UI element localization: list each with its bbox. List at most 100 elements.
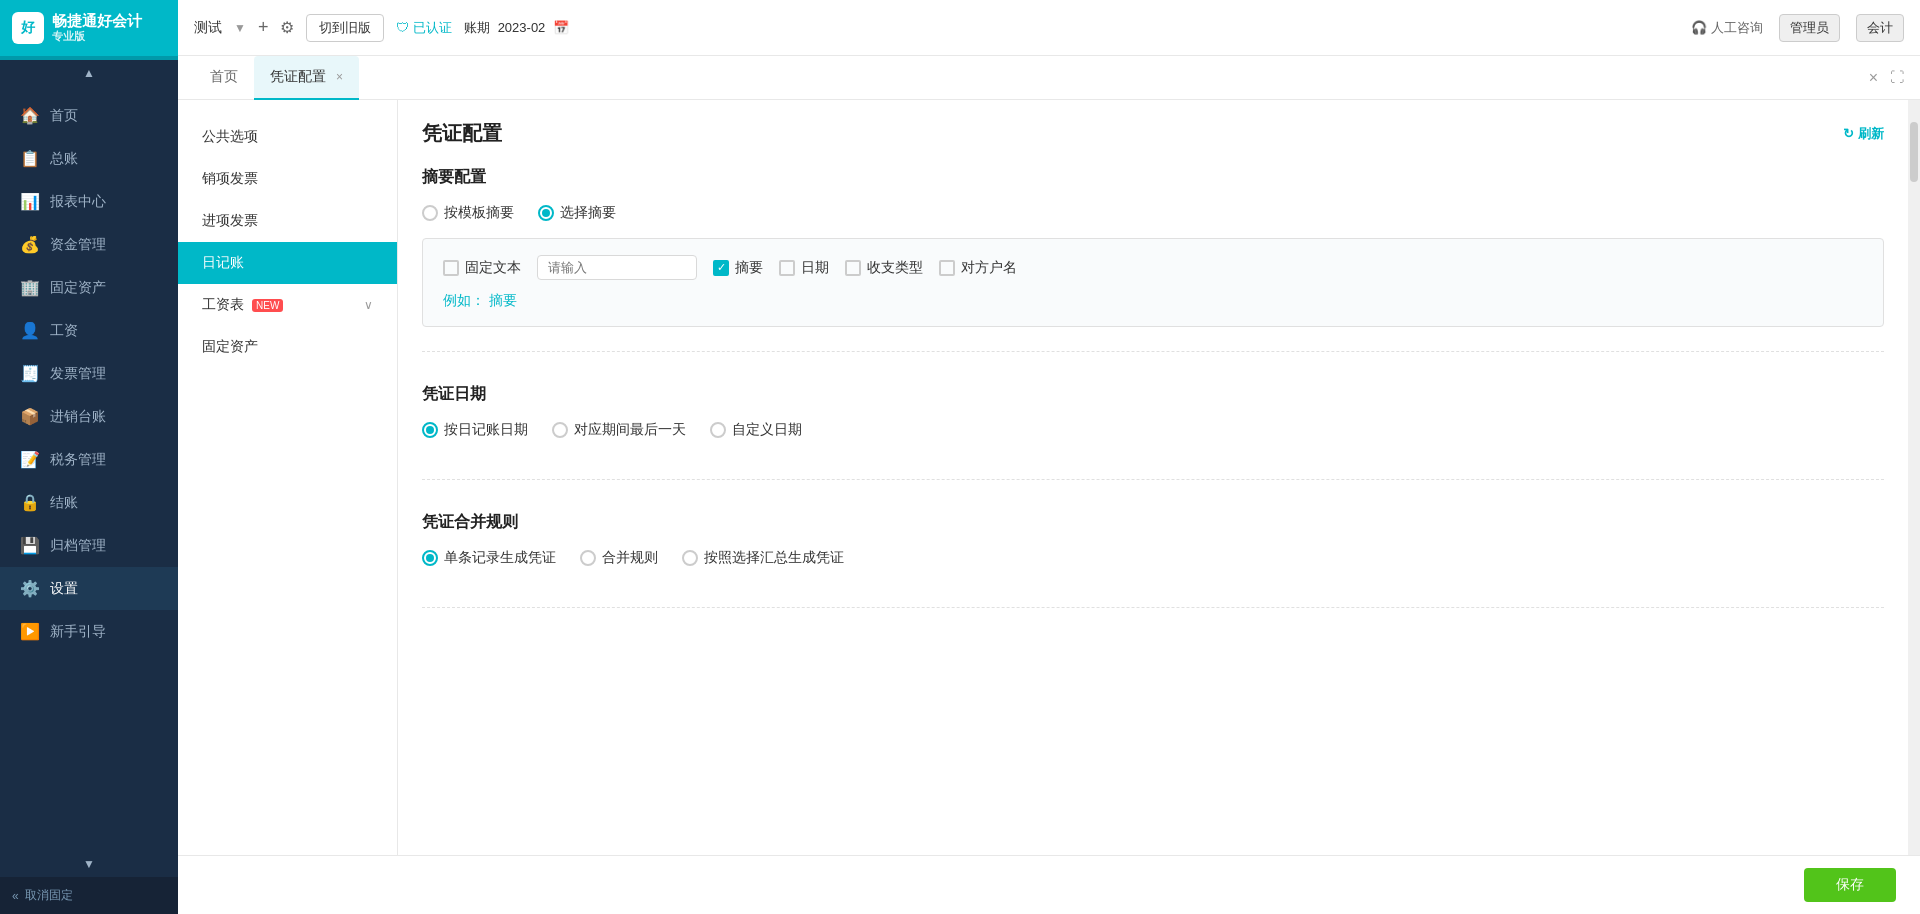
- sidebar-nav: 🏠 首页 📋 总账 📊 报表中心 💰 资金管理 🏢 固定资产 👤 工资 🧾 发票…: [0, 86, 178, 851]
- sidebar-item-report[interactable]: 📊 报表中心: [0, 180, 178, 223]
- sidebar-item-ledger[interactable]: 📋 总账: [0, 137, 178, 180]
- app-logo-text: 畅捷通好会计 专业版: [52, 12, 142, 43]
- project-settings-button[interactable]: ⚙: [280, 18, 294, 37]
- app-logo-icon: 好: [12, 12, 44, 44]
- close-period-icon: 🔒: [20, 493, 40, 512]
- menu-item-purchase-invoice[interactable]: 进项发票: [178, 200, 397, 242]
- merge-rule-circle: [580, 550, 596, 566]
- radio-custom-date[interactable]: 自定义日期: [710, 421, 802, 439]
- headset-icon: 🎧: [1691, 20, 1707, 35]
- sidebar-item-payroll[interactable]: 👤 工资: [0, 309, 178, 352]
- summary-config-row: 固定文本 ✓ 摘要 日期 收支类型: [443, 255, 1863, 280]
- sidebar-item-fund[interactable]: 💰 资金管理: [0, 223, 178, 266]
- payroll-icon: 👤: [20, 321, 40, 340]
- radio-merge-rule[interactable]: 合并规则: [580, 549, 658, 567]
- sidebar-item-settings[interactable]: ⚙️ 设置: [0, 567, 178, 610]
- menu-item-sales-invoice[interactable]: 销项发票: [178, 158, 397, 200]
- select-summary-circle: [682, 550, 698, 566]
- guide-icon: ▶️: [20, 622, 40, 641]
- sidebar-item-invoice[interactable]: 🧾 发票管理: [0, 352, 178, 395]
- manager-button[interactable]: 管理员: [1779, 14, 1840, 42]
- main-panel: 凭证配置 ↻ 刷新 摘要配置 按模板摘要 选择摘要: [398, 100, 1908, 914]
- tab-bar: 首页 凭证配置 × × ⛶: [178, 56, 1920, 100]
- project-dropdown-button[interactable]: ▼: [234, 21, 246, 35]
- checkbox-summary[interactable]: ✓ 摘要: [713, 259, 763, 277]
- menu-item-payroll-table[interactable]: 工资表 NEW ∨: [178, 284, 397, 326]
- tab-close-icon[interactable]: ×: [336, 70, 343, 84]
- tab-voucher-config[interactable]: 凭证配置 ×: [254, 56, 359, 100]
- date-section-title: 凭证日期: [422, 384, 1884, 405]
- sidebar-item-guide[interactable]: ▶️ 新手引导: [0, 610, 178, 653]
- menu-item-journal[interactable]: 日记账: [178, 242, 397, 284]
- verified-badge: 🛡 已认证: [396, 19, 452, 37]
- summary-section: 摘要配置 按模板摘要 选择摘要 固定文本: [422, 167, 1884, 352]
- right-scrollbar[interactable]: [1908, 100, 1920, 914]
- radio-select-summary[interactable]: 选择摘要: [538, 204, 616, 222]
- home-icon: 🏠: [20, 106, 40, 125]
- sidebar-item-home[interactable]: 🏠 首页: [0, 94, 178, 137]
- refresh-button[interactable]: ↻ 刷新: [1843, 125, 1884, 143]
- custom-date-circle: [710, 422, 726, 438]
- radio-template-summary[interactable]: 按模板摘要: [422, 204, 514, 222]
- date-checkbox: [779, 260, 795, 276]
- project-name: 测试: [194, 19, 222, 37]
- radio-single-record[interactable]: 单条记录生成凭证: [422, 549, 556, 567]
- radio-select-summary-generate[interactable]: 按照选择汇总生成凭证: [682, 549, 844, 567]
- summary-section-title: 摘要配置: [422, 167, 1884, 188]
- add-project-button[interactable]: +: [258, 17, 269, 38]
- period-last-circle: [552, 422, 568, 438]
- menu-item-fixed-assets[interactable]: 固定资产: [178, 326, 397, 368]
- tab-actions: × ⛶: [1869, 69, 1904, 87]
- arrow-down-icon: ∨: [364, 298, 373, 312]
- close-panel-button[interactable]: ×: [1869, 69, 1878, 87]
- fixed-text-input[interactable]: [537, 255, 697, 280]
- scroll-up-button[interactable]: ▲: [0, 60, 178, 86]
- top-header: 测试 ▼ + ⚙ 切到旧版 🛡 已认证 账期 2023-02 📅 🎧 人工咨询 …: [178, 0, 1920, 56]
- panel-title: 凭证配置 ↻ 刷新: [422, 120, 1884, 147]
- fullscreen-button[interactable]: ⛶: [1890, 69, 1904, 87]
- sidebar-item-close[interactable]: 🔒 结账: [0, 481, 178, 524]
- calendar-icon[interactable]: 📅: [553, 20, 569, 35]
- fund-icon: 💰: [20, 235, 40, 254]
- checkbox-income-type[interactable]: 收支类型: [845, 259, 923, 277]
- merge-section-title: 凭证合并规则: [422, 512, 1884, 533]
- shield-icon: 🛡: [396, 20, 409, 35]
- switch-old-button[interactable]: 切到旧版: [306, 14, 384, 42]
- radio-journal-date[interactable]: 按日记账日期: [422, 421, 528, 439]
- menu-item-public[interactable]: 公共选项: [178, 116, 397, 158]
- scroll-down-button[interactable]: ▼: [0, 851, 178, 877]
- tax-icon: 📝: [20, 450, 40, 469]
- sidebar-item-tax[interactable]: 📝 税务管理: [0, 438, 178, 481]
- settings-nav-icon: ⚙️: [20, 579, 40, 598]
- ledger-icon: 📋: [20, 149, 40, 168]
- consult-button[interactable]: 🎧 人工咨询: [1691, 19, 1763, 37]
- new-badge: NEW: [252, 299, 283, 312]
- checkbox-fixed-text[interactable]: 固定文本: [443, 259, 521, 277]
- radio-period-last-day[interactable]: 对应期间最后一天: [552, 421, 686, 439]
- example-text: 例如： 摘要: [443, 292, 1863, 310]
- checkbox-counterpart[interactable]: 对方户名: [939, 259, 1017, 277]
- summary-radio-group: 按模板摘要 选择摘要: [422, 204, 1884, 222]
- sidebar-item-asset[interactable]: 🏢 固定资产: [0, 266, 178, 309]
- save-bar: 保存: [178, 855, 1920, 914]
- cancel-pin-button[interactable]: « 取消固定: [0, 877, 178, 914]
- asset-icon: 🏢: [20, 278, 40, 297]
- sidebar-item-purchase[interactable]: 📦 进销台账: [0, 395, 178, 438]
- journal-date-circle: [422, 422, 438, 438]
- sidebar: 好 畅捷通好会计 专业版 ▲ 🏠 首页 📋 总账 📊 报表中心 💰 资金管理 🏢…: [0, 0, 178, 914]
- left-menu: 公共选项 销项发票 进项发票 日记账 工资表 NEW ∨ 固定资产: [178, 100, 398, 914]
- checkbox-date[interactable]: 日期: [779, 259, 829, 277]
- report-icon: 📊: [20, 192, 40, 211]
- sidebar-logo: 好 畅捷通好会计 专业版: [0, 0, 178, 56]
- accountant-button[interactable]: 会计: [1856, 14, 1904, 42]
- sidebar-item-archive[interactable]: 💾 归档管理: [0, 524, 178, 567]
- summary-checkbox: ✓: [713, 260, 729, 276]
- bottom-spacer: [422, 640, 1884, 700]
- income-type-checkbox: [845, 260, 861, 276]
- radio-template-circle: [422, 205, 438, 221]
- single-record-circle: [422, 550, 438, 566]
- save-button[interactable]: 保存: [1804, 868, 1896, 902]
- tab-home[interactable]: 首页: [194, 56, 254, 100]
- date-section: 凭证日期 按日记账日期 对应期间最后一天 自定义日期: [422, 384, 1884, 480]
- scrollbar-thumb: [1910, 122, 1918, 182]
